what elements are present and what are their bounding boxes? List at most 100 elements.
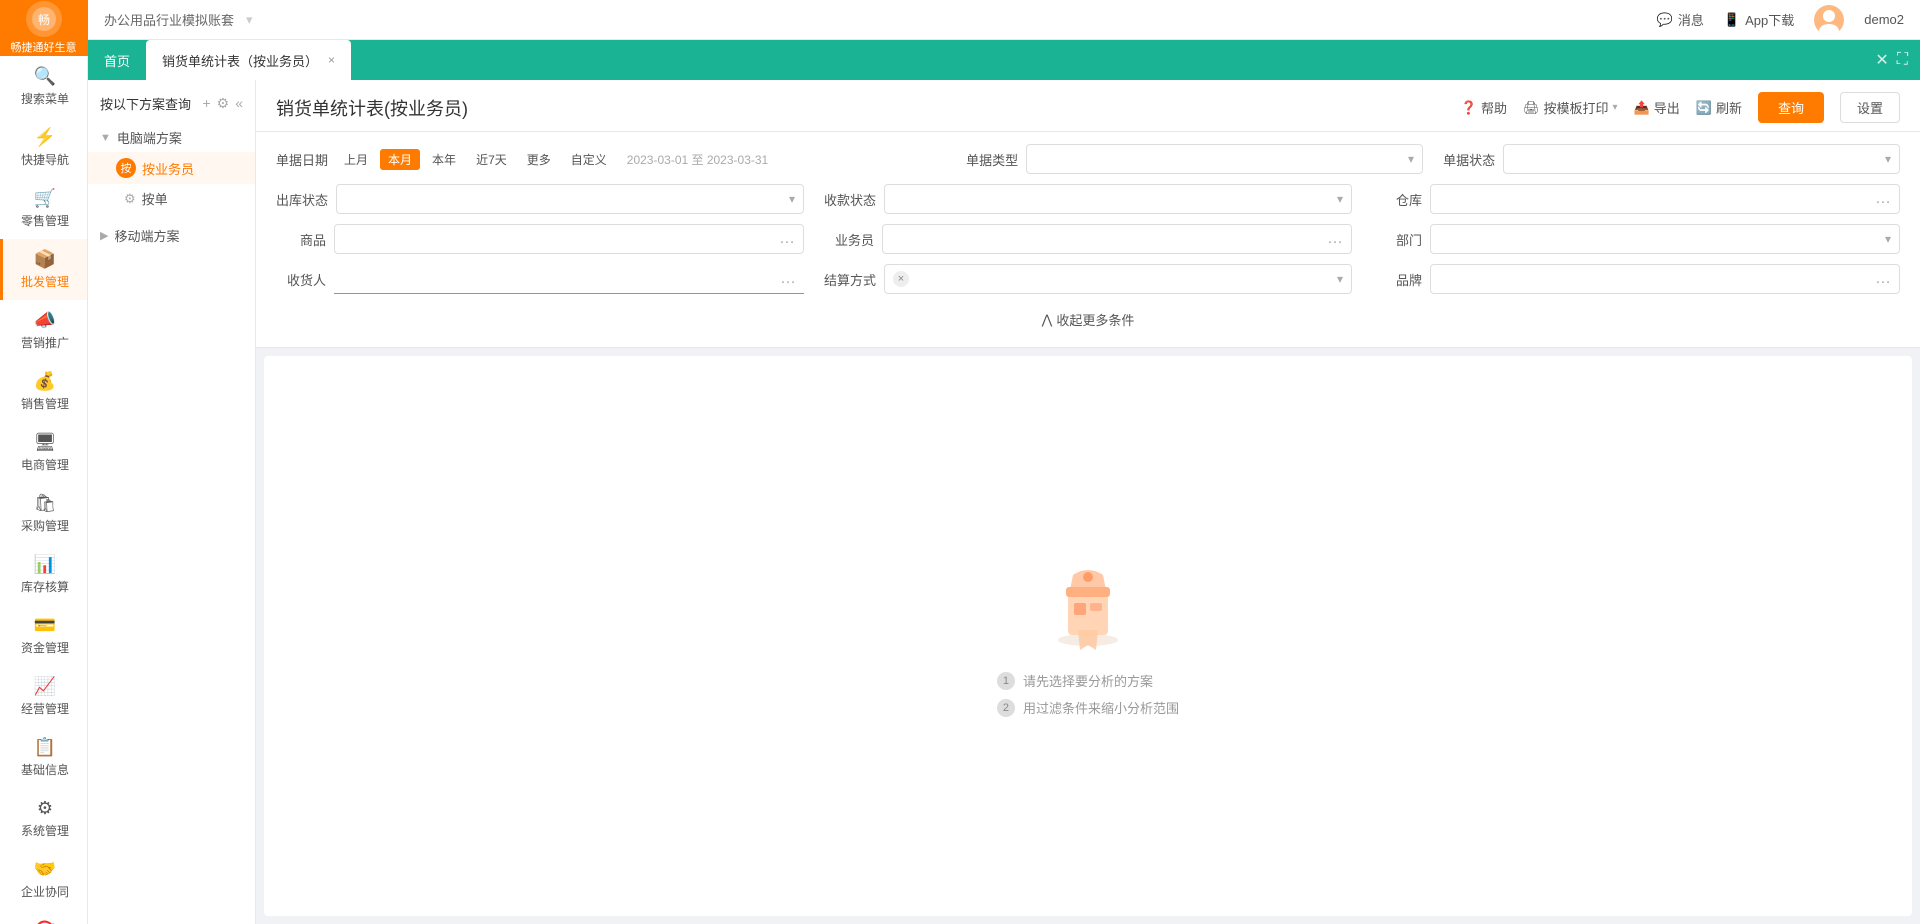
settlement-label: 结算方式 [824, 270, 876, 289]
user-avatar[interactable] [1814, 5, 1844, 35]
brand-dots[interactable]: … [1875, 270, 1891, 288]
mobile-group-label: 移动端方案 [114, 226, 179, 245]
sidebar-item-label: 搜索菜单 [21, 90, 69, 107]
tab-close-window-btn[interactable]: ✕ [1875, 50, 1888, 70]
date-btn-custom[interactable]: 自定义 [563, 149, 615, 170]
date-btn-last-month[interactable]: 上月 [336, 149, 376, 170]
sidebar-item-label: 电商管理 [21, 456, 69, 473]
app-download-action[interactable]: 📱 App下载 [1724, 10, 1794, 29]
date-btn-last-7days[interactable]: 近7天 [468, 149, 515, 170]
tab-maximize-btn[interactable]: ⛶ [1897, 51, 1908, 69]
sidebar-item-inventory[interactable]: 📊 库存核算 [0, 544, 87, 605]
sidebar-item-operation[interactable]: 📈 经营管理 [0, 666, 87, 727]
query-btn[interactable]: 查询 [1758, 92, 1824, 123]
sidebar-item-finance[interactable]: 💳 资金管理 [0, 605, 87, 666]
sidebar-item-label: 库存核算 [21, 578, 69, 595]
template-print-btn[interactable]: 🖨 按模板打印 ▾ [1523, 98, 1618, 117]
brand-control[interactable]: … [1430, 264, 1900, 294]
scheme-collapse-icon[interactable]: « [235, 95, 243, 112]
sidebar-item-enterprise[interactable]: 🤝 企业协同 [0, 849, 87, 910]
salesperson-control[interactable]: … [882, 224, 1352, 254]
tab-active[interactable]: 销货单统计表（按业务员） × [146, 40, 351, 80]
sidebar-item-system[interactable]: ⚙ 系统管理 [0, 788, 87, 849]
out-status-control[interactable]: ▾ [336, 184, 804, 214]
settlement-control[interactable]: × ▾ [884, 264, 1352, 294]
scheme-settings-icon[interactable]: ⚙ [217, 95, 230, 112]
tab-home[interactable]: 首页 [88, 40, 146, 80]
collapse-btn[interactable]: ⋀ 收起更多条件 [276, 304, 1900, 335]
ecommerce-icon: 🖥 [34, 432, 57, 453]
warehouse-dots[interactable]: … [1875, 190, 1891, 208]
sidebar-item-ecommerce[interactable]: 🖥 电商管理 [0, 422, 87, 483]
date-range-text: 2023-03-01 至 2023-03-31 [627, 151, 768, 168]
warehouse-control[interactable]: … [1430, 184, 1900, 214]
tab-close-icon[interactable]: × [328, 53, 335, 67]
filter-item-payment-status: 收款状态 ▾ [824, 184, 1352, 214]
scheme-item-by-doc[interactable]: ⚙ 按单 [88, 184, 255, 213]
sidebar-item-quicknav[interactable]: ⚡ 快捷导航 [0, 117, 87, 178]
sidebar-item-newbie[interactable]: 🎯 新手引导 [0, 910, 87, 924]
sidebar-item-basic[interactable]: 📋 基础信息 [0, 727, 87, 788]
logo-icon: 畅 [26, 1, 62, 37]
scheme-group-mobile-title[interactable]: ▶ 移动端方案 [88, 221, 255, 250]
wholesale-icon: 📦 [34, 249, 56, 270]
sidebar-logo[interactable]: 畅 畅捷通好生意 [0, 0, 88, 56]
consignee-dots[interactable]: … [780, 270, 796, 288]
payment-status-control[interactable]: ▾ [884, 184, 1352, 214]
sidebar-item-search[interactable]: 🔍 搜索菜单 [0, 56, 87, 117]
sidebar-item-label: 经营管理 [21, 700, 69, 717]
settlement-clear[interactable]: × [893, 271, 909, 287]
date-btn-more[interactable]: 更多 [519, 149, 559, 170]
goods-dots[interactable]: … [779, 230, 795, 248]
sidebar-item-purchase[interactable]: 🛍 采购管理 [0, 483, 87, 544]
sidebar-logo-label: 畅捷通好生意 [11, 39, 77, 55]
collapse-label: 收起更多条件 [1056, 310, 1134, 329]
sidebar-item-label: 零售管理 [21, 212, 69, 229]
left-panel-actions: + ⚙ « [202, 95, 243, 112]
date-label: 单据日期 [276, 150, 328, 169]
refresh-btn[interactable]: 🔄 刷新 [1696, 98, 1742, 117]
date-btn-this-year[interactable]: 本年 [424, 149, 464, 170]
goods-control[interactable]: … [334, 224, 804, 254]
goods-label: 商品 [276, 230, 326, 249]
consignee-label: 收货人 [276, 270, 326, 289]
sidebar-item-label: 销售管理 [21, 395, 69, 412]
filter-item-warehouse: 仓库 … [1372, 184, 1900, 214]
date-btn-this-month[interactable]: 本月 [380, 149, 420, 170]
doc-type-control[interactable]: ▾ [1026, 144, 1423, 174]
scheme-item-label: 按业务员 [142, 159, 194, 178]
sidebar-item-marketing[interactable]: 📣 营销推广 [0, 300, 87, 361]
content-area: 按以下方案查询 + ⚙ « ▼ 电脑端方案 按 按业务员 ⚙ 按单 [88, 80, 1920, 924]
doc-status-control[interactable]: ▾ [1503, 144, 1900, 174]
scheme-sub-label: 按单 [142, 189, 168, 208]
marketing-icon: 📣 [34, 310, 56, 331]
salesperson-dots[interactable]: … [1327, 230, 1343, 248]
empty-icon [1038, 555, 1138, 655]
filter-item-out-status: 出库状态 ▾ [276, 184, 804, 214]
empty-hint-2: 2 用过滤条件来缩小分析范围 [997, 698, 1179, 717]
export-icon: 📤 [1634, 100, 1650, 116]
enterprise-icon: 🤝 [34, 859, 56, 880]
print-icon: 🖨 [1523, 100, 1540, 116]
sidebar-item-retail[interactable]: 🛒 零售管理 [0, 178, 87, 239]
add-scheme-btn[interactable]: + [202, 95, 210, 112]
help-btn[interactable]: ❓ 帮助 [1461, 98, 1507, 117]
message-action[interactable]: 💬 消息 [1657, 10, 1704, 29]
scheme-group-desktop-title[interactable]: ▼ 电脑端方案 [88, 123, 255, 152]
left-panel-header: 按以下方案查询 + ⚙ « [88, 88, 255, 119]
out-status-label: 出库状态 [276, 190, 328, 209]
sidebar-item-sales[interactable]: 💰 销售管理 [0, 361, 87, 422]
consignee-control[interactable]: … [334, 264, 804, 294]
department-control[interactable]: ▾ [1430, 224, 1900, 254]
tab-bar-right: ✕ ⛶ [1875, 50, 1920, 70]
filter-item-brand: 品牌 … [1372, 264, 1900, 294]
sidebar-item-wholesale[interactable]: 📦 批发管理 [0, 239, 87, 300]
sidebar-item-label: 批发管理 [21, 273, 69, 290]
top-header: 办公用品行业模拟账套 ▾ 💬 消息 📱 App下载 demo2 [88, 0, 1920, 40]
out-status-arrow: ▾ [789, 192, 795, 206]
scheme-item-by-salesperson[interactable]: 按 按业务员 [88, 152, 255, 184]
settings-btn[interactable]: 设置 [1840, 92, 1900, 123]
hint-num-1: 1 [997, 672, 1015, 690]
quicknav-icon: ⚡ [34, 127, 56, 148]
export-btn[interactable]: 📤 导出 [1634, 98, 1680, 117]
